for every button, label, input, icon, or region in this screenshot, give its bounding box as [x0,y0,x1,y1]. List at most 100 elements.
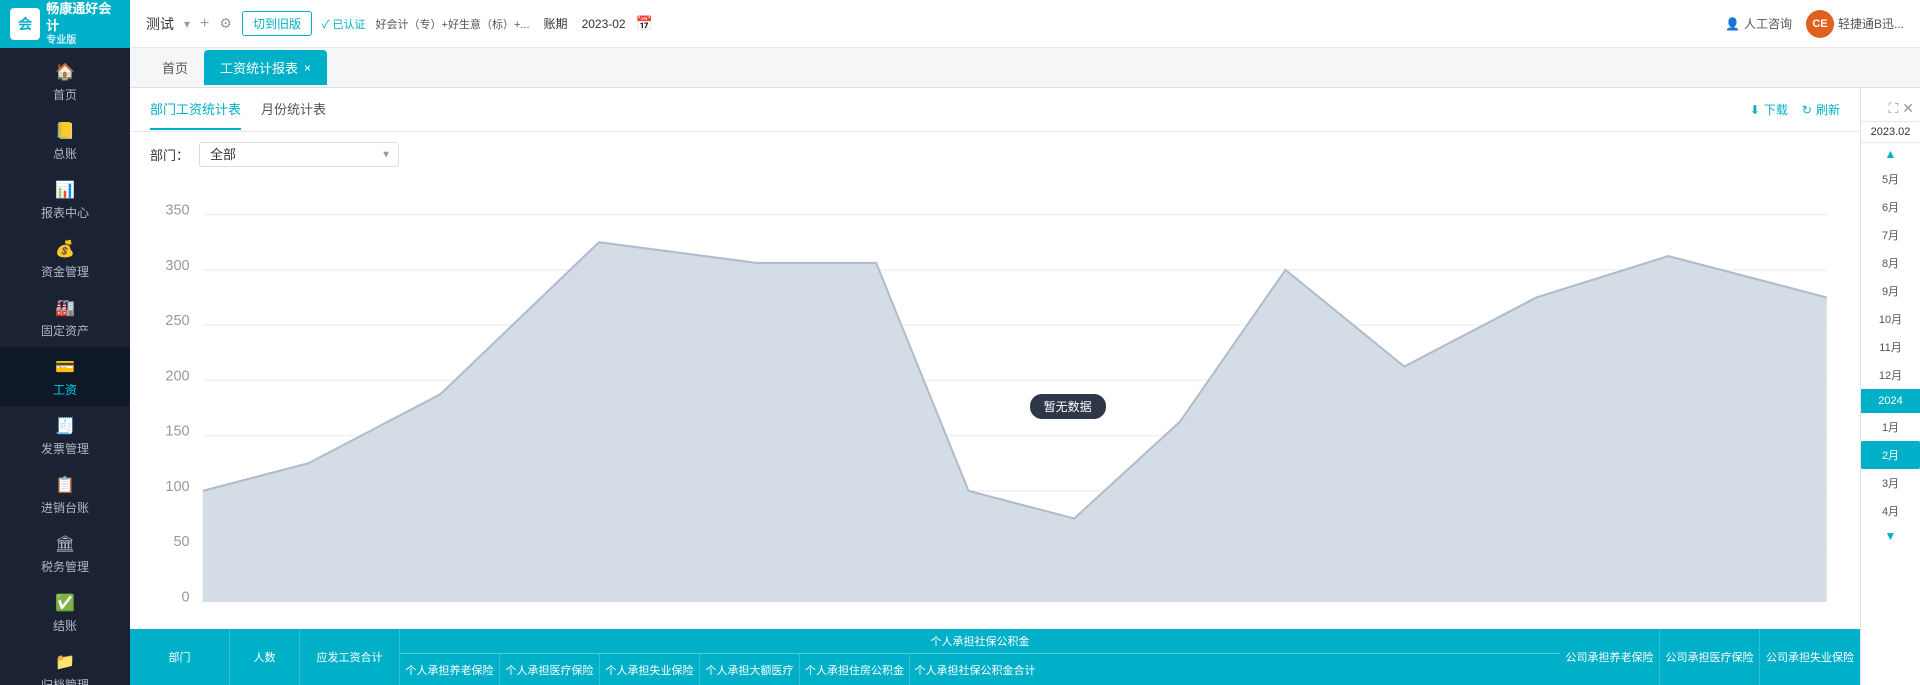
year-value: 2023.02 [1871,126,1911,138]
archive-icon: 📁 [55,652,75,672]
th-personal-unemployment: 个人承担失业保险 [600,654,700,685]
svg-text:100: 100 [165,479,189,495]
month-5[interactable]: 5月 [1861,165,1920,193]
sidebar-item-archive[interactable]: 📁归档管理 [0,642,130,685]
sidebar-item-tax[interactable]: 🏛 税务管理 [0,524,130,583]
sidebar-item-reports[interactable]: 📊 报表中心 [0,170,130,229]
th-personal-housing-fund: 个人承担住房公积金 [800,654,910,685]
content-body: 部门工资统计表 月份统计表 ⬇ 下载 ↻ 刷新 [130,88,1920,685]
sidebar-label-settle: 结账 [53,617,77,634]
topbar: 测试 ▾ + ⚙ 切到旧版 ✓ 已认证 好会计（专）+好生意（标）+... 账期… [130,0,1920,48]
th-personal-pension: 个人承担养老保险 [400,654,500,685]
svg-text:50: 50 [173,534,189,550]
sidebar-item-funds[interactable]: 💰资金管理 [0,229,130,288]
add-icon[interactable]: + [200,15,209,33]
filter-dept-select[interactable]: 全部研发部市场部财务部人事部 [199,142,399,167]
year-2024-label: 2024 [1861,389,1920,413]
month-10[interactable]: 10月 [1861,305,1920,333]
th-personal-total: 个人承担社保公积金合计 [910,654,1040,685]
inner-content: 部门工资统计表 月份统计表 ⬇ 下载 ↻ 刷新 [130,88,1860,685]
year-selector[interactable]: 2023.02 [1861,122,1920,143]
month-11[interactable]: 11月 [1861,333,1920,361]
refresh-label: 刷新 [1816,101,1840,118]
sidebar-item-salary[interactable]: 💳工资 [0,347,130,406]
sidebar-label-ledger: 总账 [53,145,77,162]
topbar-right: 👤 人工咨询 CE 轻捷通B迅... [1725,10,1904,38]
sidebar-label-invoice: 发票管理 [41,440,89,457]
reports-icon: 📊 [55,180,75,200]
th-company-pension: 公司承担养老保险 [1560,629,1660,685]
tab-salary-report[interactable]: 工资统计报表 × [204,50,327,85]
sub-actions: ⬇ 下载 ↻ 刷新 [1750,101,1840,118]
month-9[interactable]: 9月 [1861,277,1920,305]
th-personal-medical: 个人承担医疗保险 [500,654,600,685]
month-3[interactable]: 3月 [1861,469,1920,497]
month-6[interactable]: 6月 [1861,193,1920,221]
settings-icon[interactable]: ⚙ [219,15,232,32]
sub-tabs-row: 部门工资统计表 月份统计表 ⬇ 下载 ↻ 刷新 [130,88,1860,132]
sidebar-item-home[interactable]: 🏠首页 [0,52,130,111]
calendar-icon[interactable]: 📅 [636,15,653,32]
main-area: 测试 ▾ + ⚙ 切到旧版 ✓ 已认证 好会计（专）+好生意（标）+... 账期… [130,0,1920,685]
svg-text:150: 150 [165,423,189,439]
th-total-salary: 应发工资合计 [300,629,400,685]
sidebar-item-ledger[interactable]: 📒 总账 [0,111,130,170]
month-7[interactable]: 7月 [1861,221,1920,249]
sidebar-label-tax: 税务管理 [41,558,89,575]
month-2-active[interactable]: 2月 [1861,441,1920,469]
logo-main-text: 畅康通好会计 [46,1,120,35]
svg-text:250: 250 [165,313,189,329]
period-label: 账期 [544,15,568,32]
content-area: 首页 工资统计报表 × 部门工资统计表 月份统计表 [130,48,1920,685]
product-tags: 好会计（专）+好生意（标）+... [376,16,530,32]
sidebar-label-home: 首页 [53,86,77,103]
svg-text:350: 350 [165,202,189,218]
sub-tab-monthly[interactable]: 月份统计表 [261,89,326,130]
filter-row: 部门： 全部研发部市场部财务部人事部 [130,132,1860,177]
dropdown-arrow-icon[interactable]: ▾ [184,17,190,31]
th-dept: 部门 [130,629,230,685]
right-panel: ⛶ ✕ 2023.02 ▲ 5月 6月 7月 8月 9月 10月 11月 12月… [1860,88,1920,685]
sidebar-item-invoice[interactable]: 🧾发票管理 [0,406,130,465]
sidebar-label-reports: 报表中心 [41,204,89,221]
th-group-title: 个人承担社保公积金 [400,629,1560,654]
month-12[interactable]: 12月 [1861,361,1920,389]
refresh-btn[interactable]: ↻ 刷新 [1802,101,1840,118]
close-icon[interactable]: ✕ [1902,100,1914,117]
assets-icon: 🏭 [55,298,75,318]
scroll-up-btn[interactable]: ▲ [1861,143,1920,165]
switch-to-old-btn[interactable]: 切到旧版 [242,11,312,36]
sidebar-item-assets[interactable]: 🏭 固定资产 [0,288,130,347]
support-label: 人工咨询 [1744,15,1792,32]
th-group-personal: 个人承担社保公积金 个人承担养老保险 个人承担医疗保险 个人承担失业保险 [400,629,1560,685]
sidebar-logo: 会 畅康通好会计 专业版 [0,0,130,48]
sales-icon: 📋 [55,475,75,495]
chart-area: 350 300 250 200 150 100 50 0 [130,177,1860,629]
sidebar-nav: 🏠首页 📒 总账 📊 报表中心 💰资金管理 🏭 固定资产 💳工资🧾发票管理📋进销台账 🏛 税务管理 ✅… [0,48,130,685]
month-8[interactable]: 8月 [1861,249,1920,277]
logo-sub-text: 专业版 [46,34,120,47]
th-headcount: 人数 [230,629,300,685]
scroll-down-btn[interactable]: ▼ [1861,525,1920,547]
svg-text:200: 200 [165,368,189,384]
sidebar-item-sales[interactable]: 📋进销台账 [0,465,130,524]
support-btn[interactable]: 👤 人工咨询 [1725,15,1792,32]
month-1[interactable]: 1月 [1861,413,1920,441]
sub-tab-dept[interactable]: 部门工资统计表 [150,89,241,130]
refresh-icon: ↻ [1802,103,1812,117]
th-personal-major-medical: 个人承担大额医疗 [700,654,800,685]
expand-icon[interactable]: ⛶ [1888,100,1898,117]
download-btn[interactable]: ⬇ 下载 [1750,101,1788,118]
month-4[interactable]: 4月 [1861,497,1920,525]
tab-close-icon[interactable]: × [304,61,311,75]
sidebar-label-assets: 固定资产 [41,322,89,339]
support-icon: 👤 [1725,17,1740,31]
tax-icon: 🏛 [55,534,75,554]
th-company-medical: 公司承担医疗保险 [1660,629,1760,685]
tab-home[interactable]: 首页 [146,50,204,85]
certified-tag: ✓ 已认证 [322,16,366,32]
download-label: 下载 [1764,101,1788,118]
ledger-icon: 📒 [55,121,75,141]
user-info[interactable]: CE 轻捷通B迅... [1806,10,1904,38]
sidebar-item-settle[interactable]: ✅结账 [0,583,130,642]
